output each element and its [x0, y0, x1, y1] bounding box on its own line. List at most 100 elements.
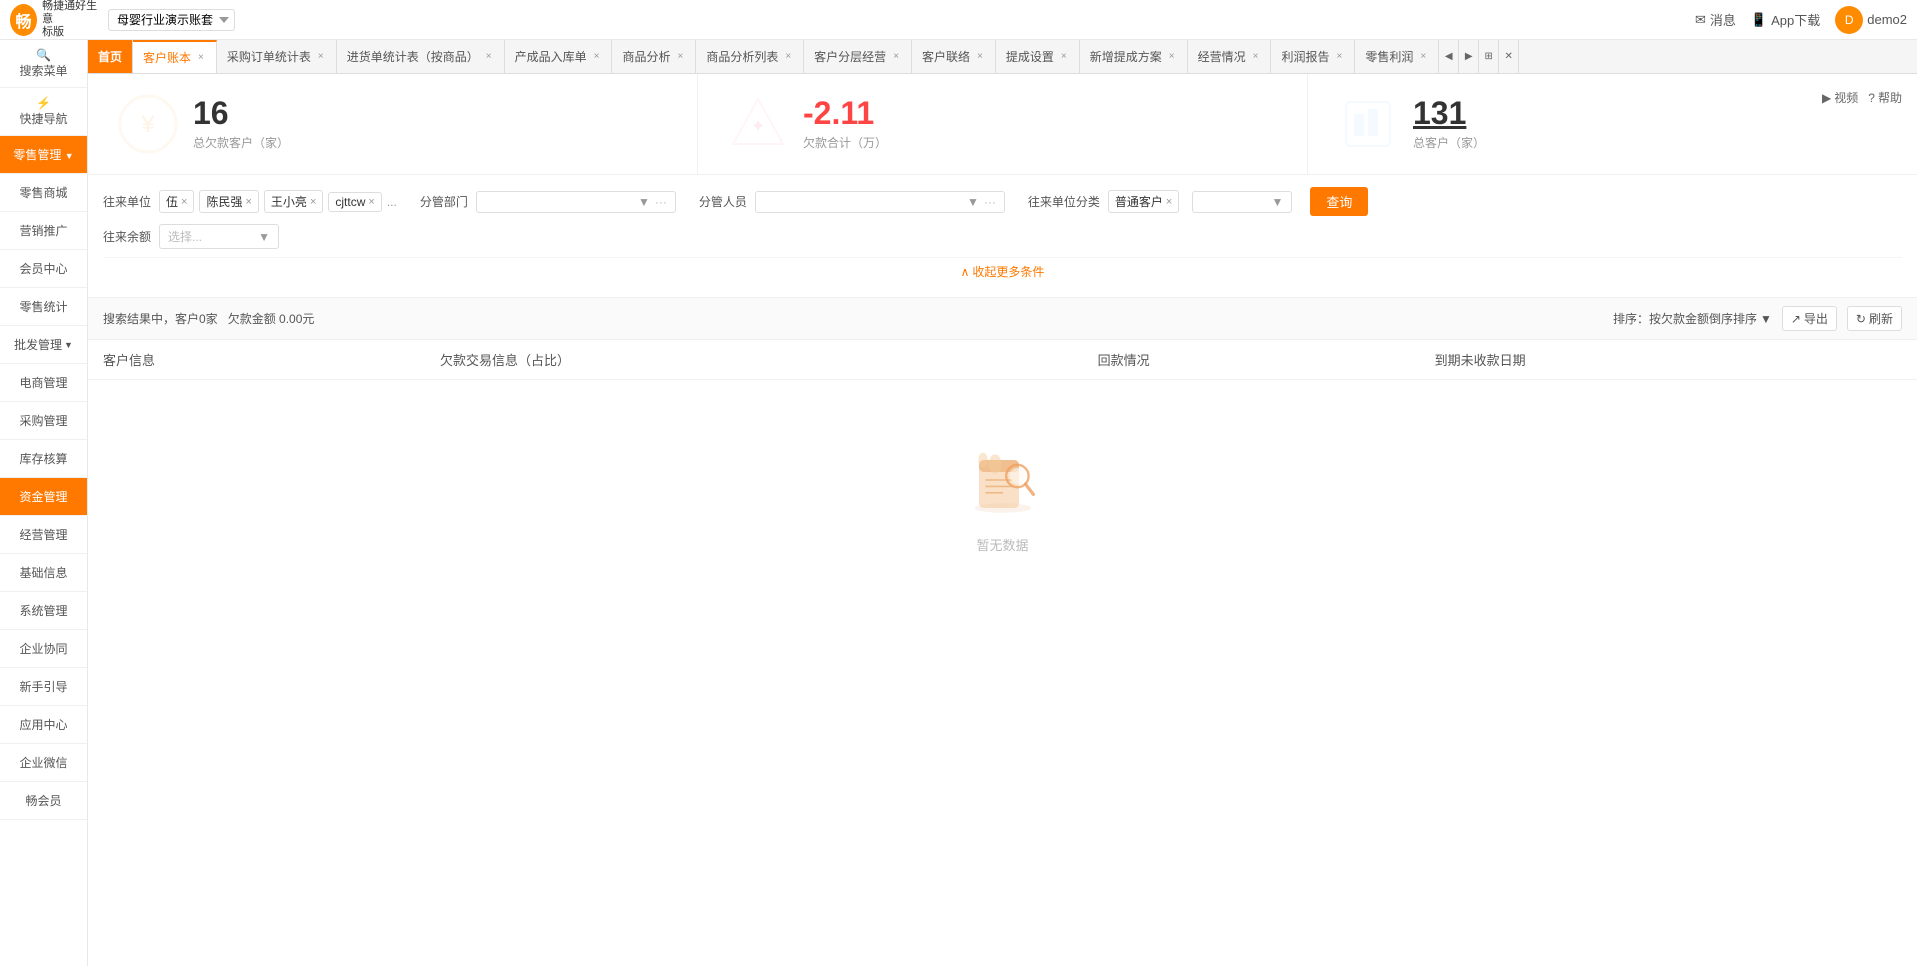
tab-nav-right[interactable]: ▶: [1459, 40, 1479, 74]
tab-close-customer-tier[interactable]: ×: [891, 50, 901, 63]
tab-home[interactable]: 首页: [88, 40, 133, 74]
chevron-up-icon: ∧: [961, 265, 970, 279]
collapse-btn[interactable]: ∧ 收起更多条件: [103, 257, 1902, 285]
filter-select-dept[interactable]: ▼ ···: [476, 191, 676, 213]
tab-profit-report[interactable]: 利润报告 ×: [1271, 40, 1355, 74]
tab-close-goods-analysis-list[interactable]: ×: [783, 50, 793, 63]
tab-cost-in[interactable]: 产成品入库单 ×: [505, 40, 613, 74]
sidebar-item-basic-info[interactable]: 基础信息: [0, 554, 87, 592]
filter-area: 往来单位 伍 × 陈民强 × 王小亮 ×: [88, 175, 1917, 298]
tab-purchase-goods[interactable]: 进货单统计表（按商品） ×: [337, 40, 505, 74]
sidebar-item-purchase[interactable]: 采购管理: [0, 402, 87, 440]
tab-close-new-suggest[interactable]: ×: [1167, 50, 1177, 63]
tab-close-customer-contact[interactable]: ×: [975, 50, 985, 63]
tab-close-goods-analysis[interactable]: ×: [675, 50, 685, 63]
filter-select-balance[interactable]: 选择... ▼: [159, 224, 279, 249]
more-tags-btn[interactable]: ...: [387, 195, 397, 209]
export-icon: ↗: [1791, 312, 1801, 326]
avatar: D: [1835, 6, 1863, 34]
tab-new-suggest[interactable]: 新增提成方案 ×: [1080, 40, 1188, 74]
tab-close-all[interactable]: ✕: [1499, 40, 1519, 74]
stat-label-total: 总客户（家）: [1413, 134, 1485, 151]
workspace-select[interactable]: 母婴行业演示账套: [108, 9, 235, 31]
remove-tag-wu[interactable]: ×: [181, 196, 187, 208]
empty-text: 暂无数据: [976, 535, 1028, 554]
export-btn[interactable]: ↗ 导出: [1782, 306, 1837, 331]
remove-tag-chen[interactable]: ×: [245, 196, 251, 208]
sidebar-item-ecommerce[interactable]: 电商管理: [0, 364, 87, 402]
filter-tag-wang[interactable]: 王小亮 ×: [264, 190, 323, 213]
stat-card-debt: ✦ -2.11 欠款合计（万）: [698, 74, 1308, 174]
tab-suggest-settings[interactable]: 提成设置 ×: [996, 40, 1080, 74]
user-menu[interactable]: D demo2: [1835, 6, 1907, 34]
filter-tag-normal-customer[interactable]: 普通客户 ×: [1108, 190, 1179, 213]
sort-btn[interactable]: 排序：按欠款金额倒序排序 ▼: [1613, 310, 1772, 327]
tab-close-retail-profit[interactable]: ×: [1418, 50, 1428, 63]
filter-select-class[interactable]: ▼: [1192, 191, 1292, 213]
filter-select-person[interactable]: ▼ ···: [755, 191, 1005, 213]
sidebar-item-retail-mgmt[interactable]: 零售管理 ▼: [0, 136, 87, 174]
remove-tag-normal[interactable]: ×: [1166, 196, 1172, 208]
sidebar-item-finance[interactable]: 资金管理: [0, 478, 87, 516]
tab-goods-analysis[interactable]: 商品分析 ×: [612, 40, 696, 74]
tab-nav-left[interactable]: ◀: [1439, 40, 1459, 74]
tab-purchase-order[interactable]: 采购订单统计表 ×: [217, 40, 337, 74]
tab-customer-tier[interactable]: 客户分层经营 ×: [804, 40, 912, 74]
filter-tag-cjttcw[interactable]: cjttcw ×: [328, 192, 381, 212]
sidebar-item-vip[interactable]: 畅会员: [0, 782, 87, 820]
query-button[interactable]: 查询: [1310, 187, 1368, 216]
tab-customer-contact[interactable]: 客户联络 ×: [912, 40, 996, 74]
sidebar-item-marketing[interactable]: 营销推广: [0, 212, 87, 250]
sidebar-item-retail-stats[interactable]: 零售统计: [0, 288, 87, 326]
sidebar-item-retail-shop[interactable]: 零售商城: [0, 174, 87, 212]
filter-tag-wu[interactable]: 伍 ×: [159, 190, 194, 213]
sidebar-item-inventory[interactable]: 库存核算: [0, 440, 87, 478]
refresh-btn[interactable]: ↻ 刷新: [1847, 306, 1902, 331]
results-bar: 搜索结果中，客户0家 欠款金额 0.00元 排序：按欠款金额倒序排序 ▼ ↗ 导…: [88, 298, 1917, 340]
logo-text: 畅捷通好生意 标版: [42, 0, 98, 39]
tab-operations-status[interactable]: 经营情况 ×: [1188, 40, 1272, 74]
help-btn[interactable]: ? 帮助: [1868, 89, 1902, 106]
stat-card-customers: ¥ 16 总欠款客户（家）: [88, 74, 698, 174]
tab-close-customer-book[interactable]: ×: [196, 51, 206, 64]
tab-goods-analysis-list[interactable]: 商品分析列表 ×: [696, 40, 804, 74]
remove-tag-cjttcw[interactable]: ×: [368, 196, 374, 208]
sidebar-item-new-guide[interactable]: 新手引导: [0, 668, 87, 706]
tab-customer-book[interactable]: 客户账本 ×: [133, 40, 217, 74]
tab-nav-more[interactable]: ⊞: [1479, 40, 1499, 74]
filter-tag-chen[interactable]: 陈民强 ×: [199, 190, 258, 213]
sidebar-item-system[interactable]: 系统管理: [0, 592, 87, 630]
sidebar-item-enterprise[interactable]: 企业协同: [0, 630, 87, 668]
filter-row-2: 往来余额 选择... ▼: [103, 224, 1902, 249]
sidebar-item-wholesale[interactable]: 批发管理▼: [0, 326, 87, 364]
tab-close-profit-report[interactable]: ×: [1334, 50, 1344, 63]
empty-row: 暂无数据: [88, 380, 1917, 615]
sidebar-item-member[interactable]: 会员中心: [0, 250, 87, 288]
tab-close-suggest-settings[interactable]: ×: [1059, 50, 1069, 63]
help-icon: ?: [1868, 91, 1875, 105]
sidebar-search[interactable]: 🔍 搜索菜单: [0, 40, 87, 88]
message-btn[interactable]: ✉ 消息: [1695, 10, 1736, 29]
tab-close-purchase-order[interactable]: ×: [316, 50, 326, 63]
filter-label-unit-class: 往来单位分类: [1028, 193, 1100, 210]
tab-close-operations-status[interactable]: ×: [1251, 50, 1261, 63]
tab-bar: 首页 客户账本 × 采购订单统计表 × 进货单统计表（按商品） × 产成品入库单…: [88, 40, 1917, 74]
remove-tag-wang[interactable]: ×: [310, 196, 316, 208]
sort-label: 排序：按欠款金额倒序排序: [1613, 310, 1757, 327]
sidebar-item-operations[interactable]: 经营管理: [0, 516, 87, 554]
app-download-btn[interactable]: 📱 App下载: [1751, 10, 1820, 29]
sidebar-item-enterprise-wx[interactable]: 企业微信: [0, 744, 87, 782]
logo-area: 畅 畅捷通好生意 标版: [10, 0, 98, 39]
content-area: 首页 客户账本 × 采购订单统计表 × 进货单统计表（按商品） × 产成品入库单…: [88, 40, 1917, 966]
sidebar-quick-nav[interactable]: ⚡ 快捷导航: [0, 88, 87, 136]
empty-illustration: [953, 440, 1053, 520]
tab-close-purchase-goods[interactable]: ×: [484, 50, 494, 63]
top-right: ✉ 消息 📱 App下载 D demo2: [1695, 6, 1907, 34]
tab-retail-profit[interactable]: 零售利润 ×: [1355, 40, 1439, 74]
stat-icon-debt: ✦: [728, 94, 788, 154]
col-debt-info: 欠款交易信息（占比）: [425, 340, 1083, 380]
col-customer-info: 客户信息: [88, 340, 425, 380]
video-btn[interactable]: ▶ 视频: [1822, 89, 1858, 106]
tab-close-cost-in[interactable]: ×: [592, 50, 602, 63]
sidebar-item-app-center[interactable]: 应用中心: [0, 706, 87, 744]
